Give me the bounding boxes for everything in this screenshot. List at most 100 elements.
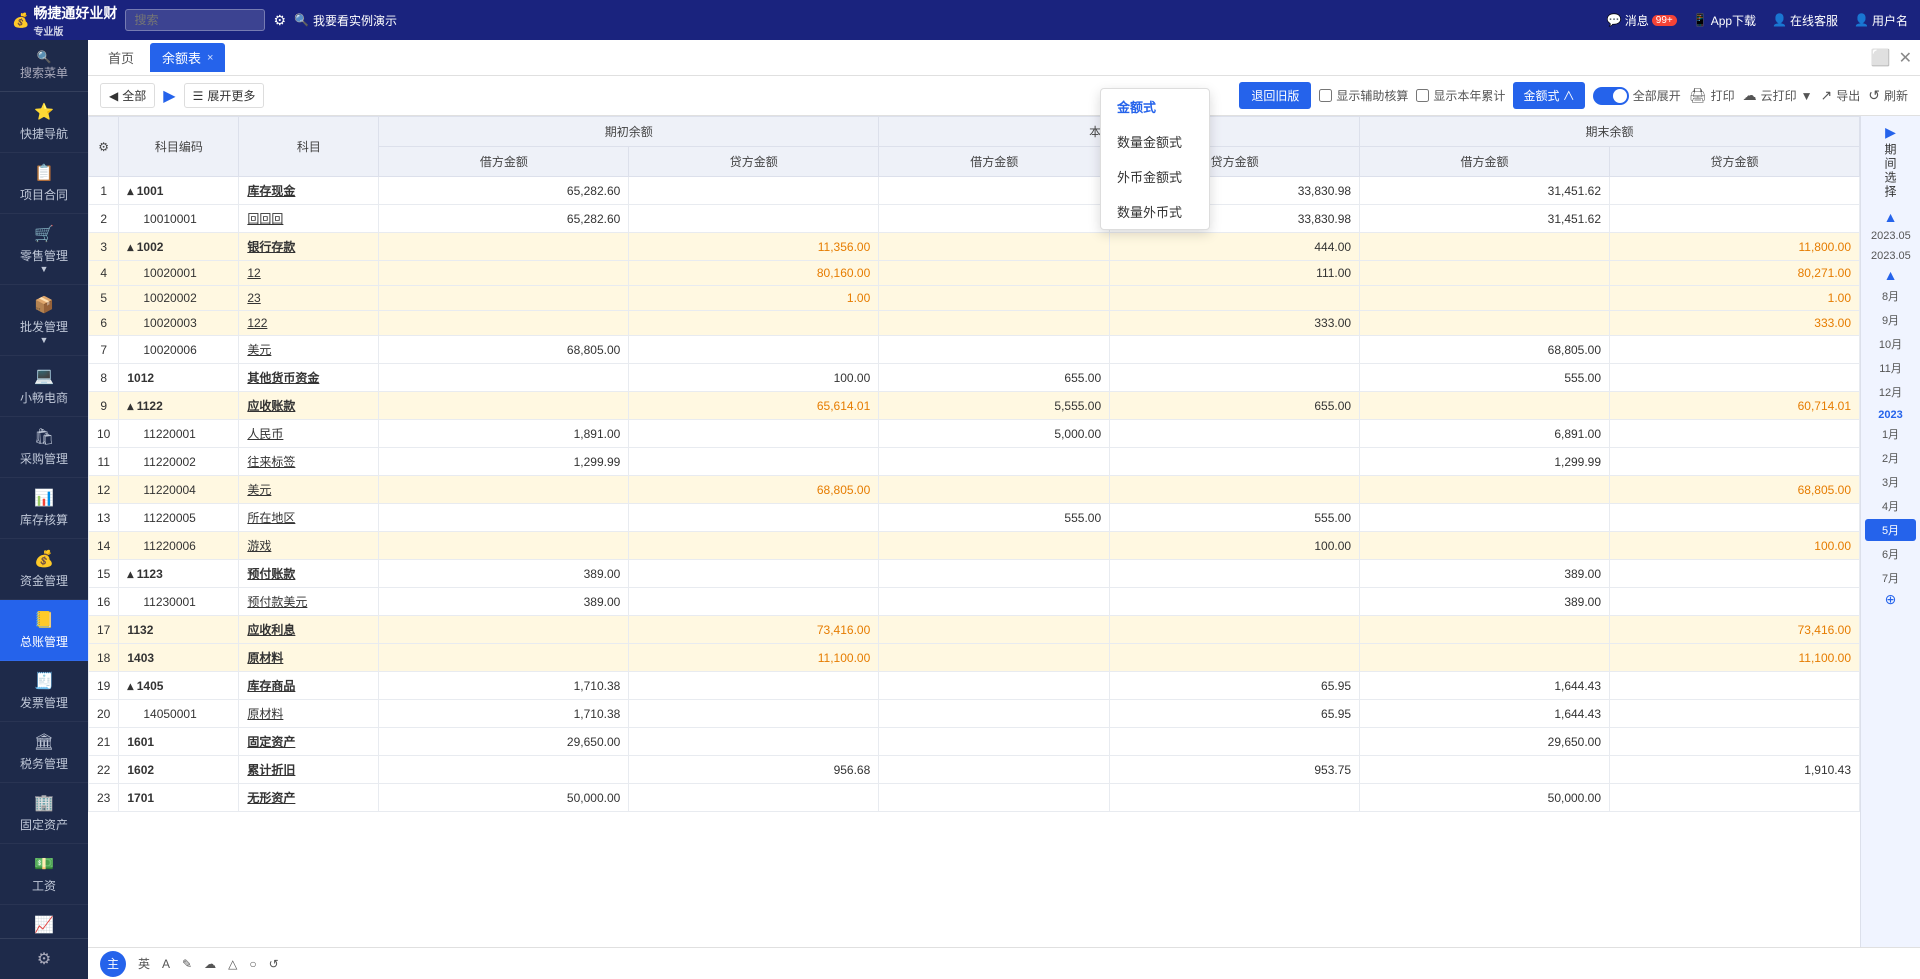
col-settings[interactable]: ⚙ xyxy=(89,117,119,177)
table-row-code[interactable]: 11220001 xyxy=(119,420,239,448)
refresh-btn[interactable]: ↺ 刷新 xyxy=(1868,87,1908,104)
triangle-icon[interactable]: △ xyxy=(228,957,237,971)
sidebar-item-purchase[interactable]: 🛍 采购管理 xyxy=(0,417,88,478)
panel-up-btn[interactable]: ▲ xyxy=(1884,209,1898,225)
tab-balance[interactable]: 余额表 × xyxy=(150,43,225,72)
refresh2-icon[interactable]: ↺ xyxy=(269,957,279,971)
dropdown-jine[interactable]: 金额式 xyxy=(1101,89,1209,124)
month-10[interactable]: 10月 xyxy=(1865,333,1916,355)
month-11[interactable]: 11月 xyxy=(1865,357,1916,379)
sidebar-item-capital[interactable]: 💰 资金管理 xyxy=(0,539,88,600)
table-row-name[interactable]: 美元 xyxy=(239,336,379,364)
table-row-name[interactable]: 往来标签 xyxy=(239,448,379,476)
sidebar-item-retail[interactable]: 🛒 零售管理 ▼ xyxy=(0,214,88,285)
month-5[interactable]: 5月 xyxy=(1865,519,1916,541)
month-9[interactable]: 9月 xyxy=(1865,309,1916,331)
table-row-code[interactable]: 10020001 xyxy=(119,261,239,286)
table-row-name[interactable]: 12 xyxy=(239,261,379,286)
table-row-code[interactable]: 10020003 xyxy=(119,311,239,336)
table-row-code[interactable]: 1012 xyxy=(119,364,239,392)
circle-icon[interactable]: ○ xyxy=(249,957,256,971)
table-row-code[interactable]: 1602 xyxy=(119,756,239,784)
dropdown-qty-foreign[interactable]: 数量外币式 xyxy=(1101,194,1209,229)
tab-close-btn[interactable]: × xyxy=(207,52,213,64)
month-7[interactable]: 7月 xyxy=(1865,567,1916,589)
table-row-name[interactable]: 固定资产 xyxy=(239,728,379,756)
table-row-name[interactable]: 122 xyxy=(239,311,379,336)
table-row-name[interactable]: 原材料 xyxy=(239,644,379,672)
return-old-version-btn[interactable]: 退回旧版 xyxy=(1239,82,1311,109)
table-row-code[interactable]: ▴ 1405 xyxy=(119,672,239,700)
month-4[interactable]: 4月 xyxy=(1865,495,1916,517)
month-6[interactable]: 6月 xyxy=(1865,543,1916,565)
month-3[interactable]: 3月 xyxy=(1865,471,1916,493)
table-row-name[interactable]: 预付账款 xyxy=(239,560,379,588)
table-row-name[interactable]: 其他货币资金 xyxy=(239,364,379,392)
sidebar-item-inventory[interactable]: 📊 库存核算 xyxy=(0,478,88,539)
show-annual-check[interactable]: 显示本年累计 xyxy=(1416,87,1505,104)
table-row-name[interactable]: 应收账款 xyxy=(239,392,379,420)
table-row-name[interactable]: 预付款美元 xyxy=(239,588,379,616)
table-row-name[interactable]: 原材料 xyxy=(239,700,379,728)
tab-home[interactable]: 首页 xyxy=(96,44,146,71)
table-row-name[interactable]: 美元 xyxy=(239,476,379,504)
tab-restore-btn[interactable]: ⬜ xyxy=(1871,48,1891,68)
sidebar-item-ledger[interactable]: 📒 总账管理 xyxy=(0,600,88,661)
table-row-code[interactable]: ▴ 1123 xyxy=(119,560,239,588)
month-2023-05[interactable]: 2023.05 xyxy=(1865,227,1916,245)
table-row-code[interactable]: 10020002 xyxy=(119,286,239,311)
main-btn[interactable]: 主 xyxy=(100,951,126,977)
font-icon[interactable]: A xyxy=(162,957,170,971)
show-auxiliary-check[interactable]: 显示辅助核算 xyxy=(1319,87,1408,104)
panel-down-btn[interactable]: ⊕ xyxy=(1885,591,1897,608)
table-row-name[interactable]: 累计折旧 xyxy=(239,756,379,784)
month-8[interactable]: 8月 xyxy=(1865,285,1916,307)
nav-all-btn[interactable]: ◀ 全部 xyxy=(100,83,155,108)
table-row-code[interactable]: ▴ 1001 xyxy=(119,177,239,205)
table-row-name[interactable]: 应收利息 xyxy=(239,616,379,644)
table-row-name[interactable]: 库存现金 xyxy=(239,177,379,205)
month-12[interactable]: 12月 xyxy=(1865,381,1916,403)
table-row-name[interactable]: 银行存款 xyxy=(239,233,379,261)
export-btn[interactable]: ↗ 导出 xyxy=(1821,87,1861,104)
table-row-code[interactable]: 14050001 xyxy=(119,700,239,728)
table-row-code[interactable]: 11220006 xyxy=(119,532,239,560)
expand-more-btn[interactable]: ☰ 展开更多 xyxy=(184,83,265,108)
print-btn[interactable]: 🖨 打印 xyxy=(1689,87,1735,104)
dropdown-qty-jine[interactable]: 数量金额式 xyxy=(1101,124,1209,159)
panel-collapse-btn[interactable]: ▶ xyxy=(1885,124,1896,141)
sidebar-item-quick-nav[interactable]: ⭐ 快捷导航 xyxy=(0,92,88,153)
table-row-code[interactable]: 1132 xyxy=(119,616,239,644)
table-row-code[interactable]: 11220004 xyxy=(119,476,239,504)
sidebar-item-management[interactable]: 📈 经营管理 xyxy=(0,905,88,938)
sidebar-item-wholesale[interactable]: 📦 批发管理 ▼ xyxy=(0,285,88,356)
table-row-name[interactable]: 库存商品 xyxy=(239,672,379,700)
table-row-name[interactable]: 回回回 xyxy=(239,205,379,233)
table-row-name[interactable]: 所在地区 xyxy=(239,504,379,532)
table-row-code[interactable]: 1403 xyxy=(119,644,239,672)
settings-icon[interactable]: ⚙ xyxy=(273,12,286,29)
table-row-name[interactable]: 人民币 xyxy=(239,420,379,448)
table-row-name[interactable]: 游戏 xyxy=(239,532,379,560)
month-range-end[interactable]: 2023.05 xyxy=(1865,247,1916,265)
panel-up2-btn[interactable]: ▲ xyxy=(1884,267,1898,283)
sidebar-item-fixed-asset[interactable]: 🏢 固定资产 xyxy=(0,783,88,844)
table-row-code[interactable]: 1601 xyxy=(119,728,239,756)
lang-icon[interactable]: 英 xyxy=(138,955,150,972)
table-row-code[interactable]: 11220005 xyxy=(119,504,239,532)
table-row-code[interactable]: 11220002 xyxy=(119,448,239,476)
cloud-print-btn[interactable]: ☁ 云打印 ▼ xyxy=(1743,87,1813,104)
table-row-code[interactable]: ▴ 1002 xyxy=(119,233,239,261)
sidebar-item-project[interactable]: 📋 项目合同 xyxy=(0,153,88,214)
table-row-code[interactable]: 11230001 xyxy=(119,588,239,616)
demo-link[interactable]: 🔍 我要看实例演示 xyxy=(294,12,397,29)
month-2[interactable]: 2月 xyxy=(1865,447,1916,469)
user-avatar[interactable]: 👤 用户名 xyxy=(1854,12,1908,29)
sidebar-settings-btn[interactable]: ⚙ xyxy=(0,938,88,979)
table-row-code[interactable]: 10010001 xyxy=(119,205,239,233)
month-1[interactable]: 1月 xyxy=(1865,423,1916,445)
sidebar-item-invoice[interactable]: 🧾 发票管理 xyxy=(0,661,88,722)
app-download-btn[interactable]: 📱 App下载 xyxy=(1693,12,1756,29)
tab-close-window-btn[interactable]: ✕ xyxy=(1899,48,1912,68)
message-btn[interactable]: 💬 消息 99+ xyxy=(1607,12,1677,29)
